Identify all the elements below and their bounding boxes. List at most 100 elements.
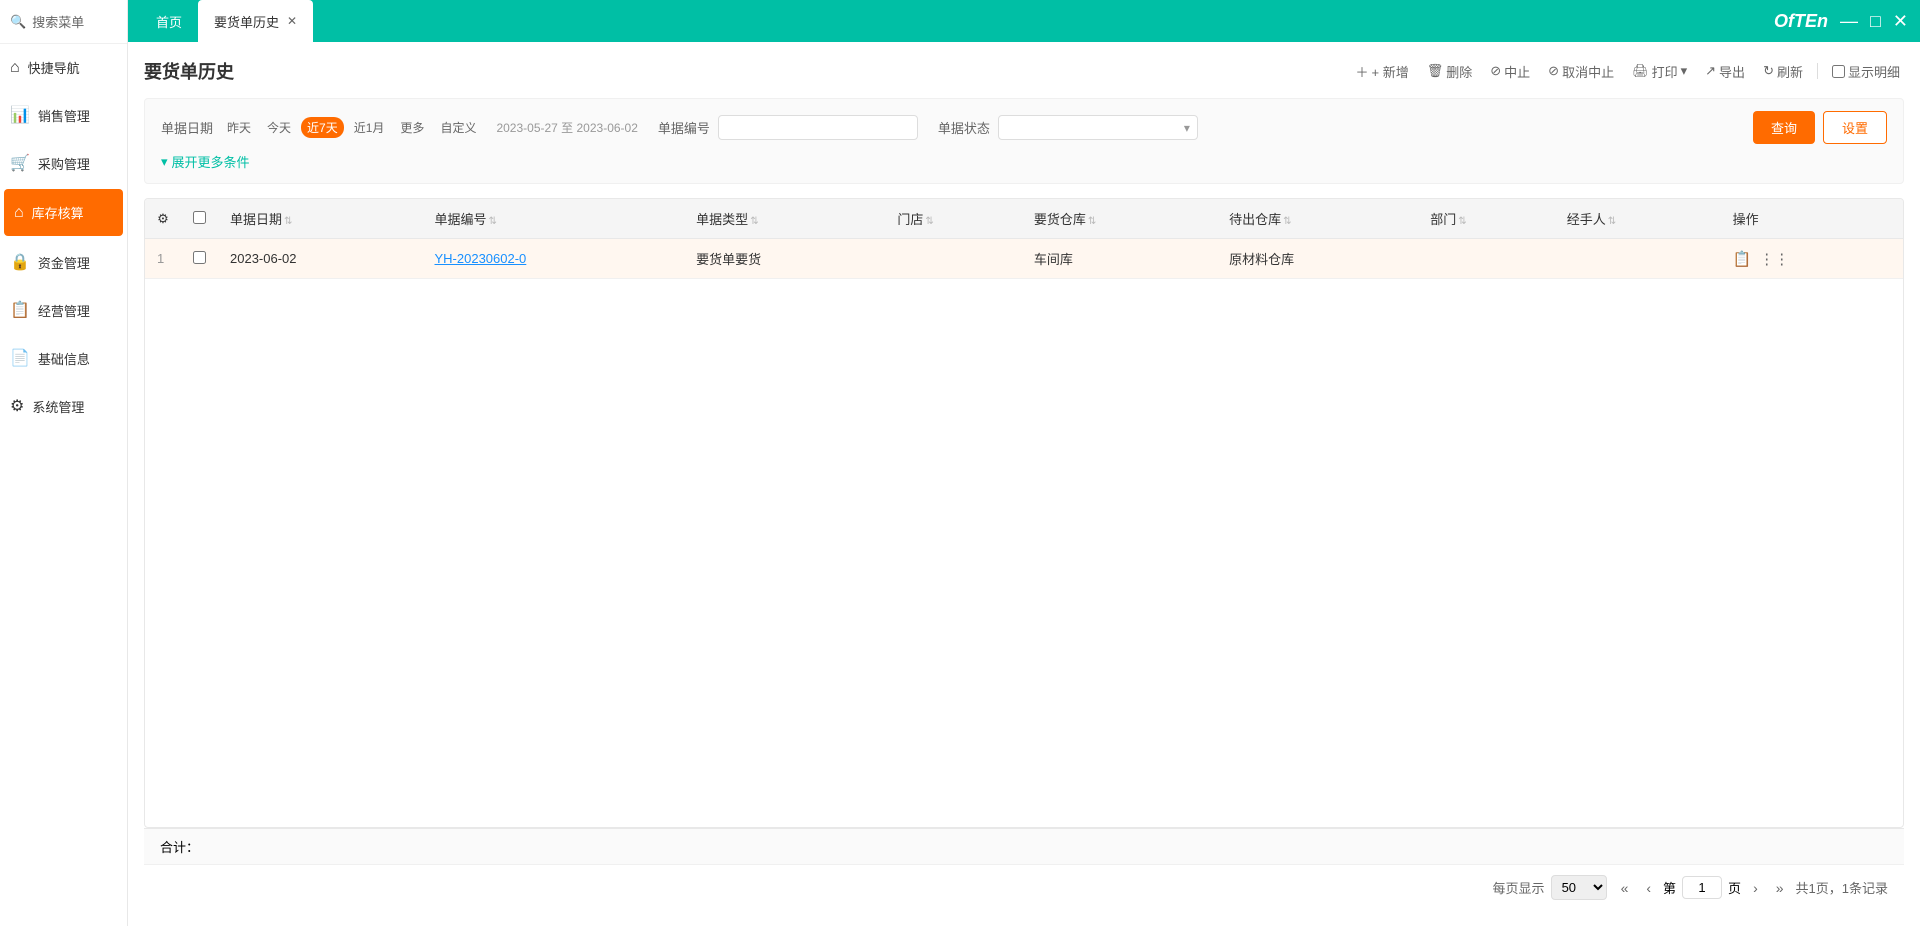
pagination-bar: 每页显示 50 10 20 100 « ‹ 第 页 › » 共1页，1条记录 <box>144 864 1904 910</box>
cell-checkbox[interactable] <box>181 239 218 279</box>
col-bill-type: 单据类型⇅ <box>684 199 885 239</box>
sidebar-item-finance[interactable]: 🔒 资金管理 <box>0 238 127 286</box>
sidebar-item-sales[interactable]: 📊 销售管理 <box>0 91 127 139</box>
tab-home-label: 首页 <box>156 12 182 31</box>
data-table: ⚙ 单据日期⇅ 单据编号⇅ 单据类型⇅ 门店⇅ 要货仓库⇅ 待出仓库⇅ 部门⇅ … <box>144 198 1904 828</box>
sidebar-search-label: 搜索菜单 <box>32 12 84 31</box>
last-page-btn[interactable]: » <box>1770 878 1790 898</box>
cell-row-num: 1 <box>145 239 181 279</box>
table-footer: 合计： <box>144 828 1904 864</box>
total-info: 共1页，1条记录 <box>1796 878 1888 897</box>
cell-dept <box>1418 239 1555 279</box>
cell-bill-no: YH-20230602-0 <box>423 239 685 279</box>
sidebar-item-basics[interactable]: 📄 基础信息 <box>0 334 127 382</box>
stop-button[interactable]: ⊘ 中止 <box>1486 62 1534 81</box>
prev-page-btn[interactable]: ‹ <box>1640 878 1657 898</box>
refresh-button[interactable]: ↻ 刷新 <box>1759 62 1807 81</box>
cell-req-warehouse: 车间库 <box>1022 239 1217 279</box>
next-page-btn[interactable]: › <box>1747 878 1764 898</box>
cancel-stop-button[interactable]: ⊘ 取消中止 <box>1544 62 1618 81</box>
col-store-label: 门店 <box>897 212 923 227</box>
sidebar-item-inventory[interactable]: ⌂ 库存核算 <box>4 189 123 236</box>
dept-sort-icon[interactable]: ⇅ <box>1458 216 1466 227</box>
table-row: 1 2023-06-02 YH-20230602-0 要货单要货 车间库 原材料… <box>145 239 1903 279</box>
view-action-icon[interactable]: 📋 <box>1733 250 1752 268</box>
sidebar-item-system[interactable]: ⚙ 系统管理 <box>0 382 127 430</box>
handler-sort-icon[interactable]: ⇅ <box>1608 216 1616 227</box>
cell-pending-warehouse: 原材料仓库 <box>1217 239 1418 279</box>
bill-no-input[interactable] <box>718 115 918 140</box>
tab-requisition[interactable]: 要货单历史 ✕ <box>198 0 313 42</box>
bill-no-link[interactable]: YH-20230602-0 <box>435 251 527 266</box>
col-date: 单据日期⇅ <box>218 199 423 239</box>
bill-no-sort-icon[interactable]: ⇅ <box>489 216 497 227</box>
sidebar-item-purchase[interactable]: 🛒 采购管理 <box>0 139 127 187</box>
col-dept-label: 部门 <box>1430 212 1456 227</box>
date-btn-yesterday[interactable]: 昨天 <box>221 117 257 138</box>
window-close-icon[interactable]: ✕ <box>1893 11 1908 32</box>
delete-icon: 🗑 <box>1427 63 1444 79</box>
col-checkbox[interactable] <box>181 199 218 239</box>
sidebar-item-label: 采购管理 <box>38 154 90 173</box>
table-body: 1 2023-06-02 YH-20230602-0 要货单要货 车间库 原材料… <box>145 239 1903 279</box>
bill-no-filter: 单据编号 <box>658 115 918 140</box>
toolbar: ＋ + 新增 🗑 删除 ⊘ 中止 ⊘ 取消中止 🖨 打印 <box>1351 62 1904 81</box>
sidebar-item-operations[interactable]: 📋 经营管理 <box>0 286 127 334</box>
bill-type-sort-icon[interactable]: ⇅ <box>750 216 758 227</box>
sidebar-item-label: 资金管理 <box>38 253 90 272</box>
brand-label: OfTEn <box>1774 11 1828 32</box>
per-page-select[interactable]: 50 10 20 100 <box>1551 875 1607 900</box>
settings-button[interactable]: 设置 <box>1823 111 1887 144</box>
sidebar: 🔍 搜索菜单 ⌂ 快捷导航 📊 销售管理 🛒 采购管理 ⌂ 库存核算 🔒 资金管… <box>0 0 128 926</box>
export-button[interactable]: ↗ 导出 <box>1701 62 1749 81</box>
date-sort-icon[interactable]: ⇅ <box>284 216 292 227</box>
new-button[interactable]: ＋ + 新增 <box>1351 62 1412 81</box>
col-date-label: 单据日期 <box>230 212 282 227</box>
window-maximize-icon[interactable]: □ <box>1870 11 1881 32</box>
per-page-control: 每页显示 50 10 20 100 <box>1493 875 1607 900</box>
date-range-display: 2023-05-27 至 2023-06-02 <box>496 119 637 136</box>
date-filter: 单据日期 昨天 今天 近7天 近1月 更多 自定义 2023-05-27 至 2… <box>161 117 638 138</box>
sidebar-item-shortcuts[interactable]: ⌂ 快捷导航 <box>0 44 127 91</box>
delete-button[interactable]: 🗑 删除 <box>1423 62 1477 81</box>
action-icons: 📋 ⋮⋮ <box>1733 250 1891 268</box>
pending-warehouse-sort-icon[interactable]: ⇅ <box>1283 216 1291 227</box>
footer-total-label: 合计： <box>160 837 199 856</box>
new-label: + 新增 <box>1371 62 1408 81</box>
select-all-checkbox[interactable] <box>193 211 206 224</box>
expand-more-btn[interactable]: ▾ 展开更多条件 <box>161 152 1887 171</box>
bill-no-label: 单据编号 <box>658 118 710 137</box>
date-btn-custom[interactable]: 自定义 <box>434 117 482 138</box>
req-warehouse-sort-icon[interactable]: ⇅ <box>1088 216 1096 227</box>
store-sort-icon[interactable]: ⇅ <box>925 216 933 227</box>
filter-row: 单据日期 昨天 今天 近7天 近1月 更多 自定义 2023-05-27 至 2… <box>161 111 1887 144</box>
stop-label: 中止 <box>1504 62 1530 81</box>
edit-action-icon[interactable]: ⋮⋮ <box>1759 250 1789 268</box>
date-btn-more[interactable]: 更多 <box>394 117 430 138</box>
date-btn-7days[interactable]: 近7天 <box>301 117 344 138</box>
tab-home[interactable]: 首页 <box>140 0 198 42</box>
cancel-stop-label: 取消中止 <box>1562 62 1614 81</box>
stop-icon: ⊘ <box>1490 63 1501 79</box>
row-checkbox[interactable] <box>193 251 206 264</box>
date-btn-1month[interactable]: 近1月 <box>348 117 391 138</box>
table-header: ⚙ 单据日期⇅ 单据编号⇅ 单据类型⇅ 门店⇅ 要货仓库⇅ 待出仓库⇅ 部门⇅ … <box>145 199 1903 239</box>
display-detail-checkbox[interactable]: 显示明细 <box>1828 62 1904 81</box>
date-btn-today[interactable]: 今天 <box>261 117 297 138</box>
page-title: 要货单历史 <box>144 58 234 84</box>
tab-close-icon[interactable]: ✕ <box>287 14 297 28</box>
bill-status-select[interactable] <box>998 115 1198 140</box>
display-detail-input[interactable] <box>1832 65 1845 78</box>
print-label: 打印 <box>1652 62 1678 81</box>
purchase-icon: 🛒 <box>10 153 30 173</box>
query-button[interactable]: 查询 <box>1753 111 1815 144</box>
toolbar-divider <box>1817 63 1818 79</box>
sidebar-search[interactable]: 🔍 搜索菜单 <box>0 0 127 44</box>
cell-date: 2023-06-02 <box>218 239 423 279</box>
page-number-input[interactable] <box>1682 876 1722 899</box>
first-page-btn[interactable]: « <box>1615 878 1635 898</box>
print-button[interactable]: 🖨 打印 ▾ <box>1628 62 1691 81</box>
col-req-warehouse: 要货仓库⇅ <box>1022 199 1217 239</box>
window-minimize-icon[interactable]: — <box>1840 11 1858 32</box>
col-settings[interactable]: ⚙ <box>145 199 181 239</box>
